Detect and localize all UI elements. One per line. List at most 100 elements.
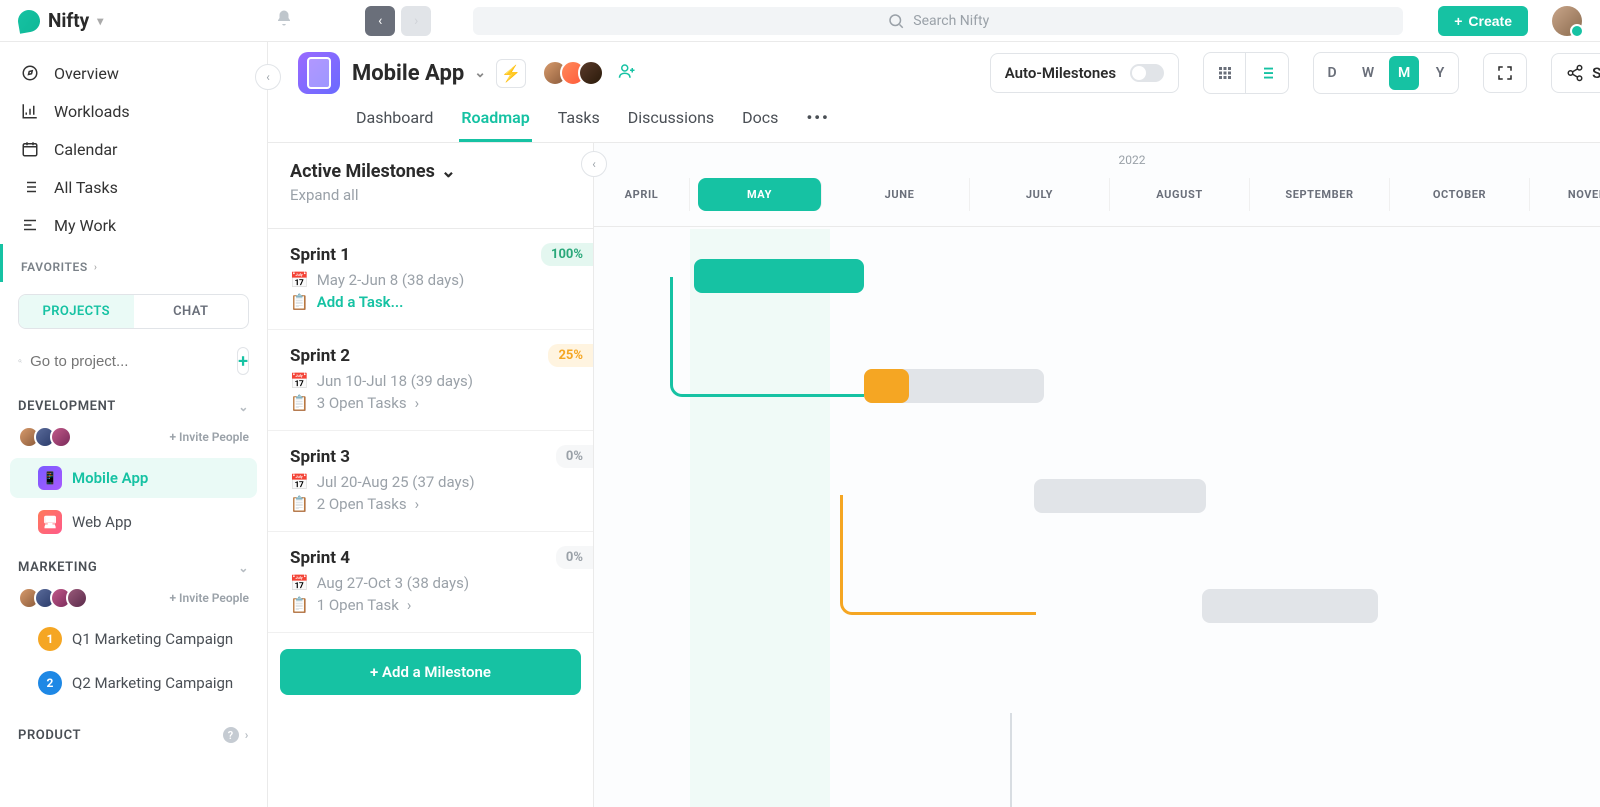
nav-label: Overview (54, 64, 119, 83)
chevron-right-icon: › (415, 495, 420, 513)
roadmap-year: 2022 (594, 143, 1600, 167)
invite-people-link[interactable]: + Invite People (169, 591, 249, 605)
brand[interactable]: Nifty ▾ (18, 9, 103, 32)
project-team-avatars (542, 60, 604, 86)
gantt-bars (594, 229, 1600, 669)
auto-milestones-label: Auto-Milestones (1005, 64, 1116, 82)
project-q1-marketing[interactable]: 1 Q1 Marketing Campaign (10, 619, 257, 659)
zoom-month[interactable]: M (1389, 56, 1419, 90)
create-button[interactable]: + Create (1438, 6, 1528, 36)
month-august[interactable]: AUGUST (1110, 178, 1250, 211)
milestone-tasks[interactable]: 2 Open Tasks (317, 495, 407, 513)
nav-calendar[interactable]: Calendar (0, 130, 267, 168)
category-product[interactable]: PRODUCT ? › (0, 719, 267, 751)
add-milestone-button[interactable]: + Add a Milestone (280, 649, 581, 695)
scroll-back-button[interactable]: ‹ (581, 151, 607, 177)
help-icon[interactable]: ? (223, 727, 239, 743)
search-icon (887, 12, 905, 30)
task-icon: 📋 (290, 596, 309, 614)
milestone-title: Sprint 3 (290, 447, 573, 467)
milestone-title: Sprint 1 (290, 245, 573, 265)
web-icon: 🖥 (38, 510, 62, 534)
sidebar-tabs: PROJECTS CHAT (18, 294, 249, 329)
project-web-app[interactable]: 🖥 Web App (10, 502, 257, 542)
month-july[interactable]: JULY (970, 178, 1110, 211)
category-marketing[interactable]: MARKETING ⌄ (0, 552, 267, 583)
milestone-sprint-2[interactable]: Sprint 2 📅Jun 10-Jul 18 (39 days) 📋3 Ope… (268, 330, 593, 431)
task-icon: 📋 (290, 293, 309, 311)
milestone-dates: May 2-Jun 8 (38 days) (317, 271, 465, 289)
main: ‹ Mobile App ⌄ ⚡ Auto-Milestones (268, 42, 1600, 807)
nav-workloads[interactable]: Workloads (0, 92, 267, 130)
zoom-year[interactable]: Y (1422, 53, 1458, 93)
bolt-icon[interactable]: ⚡ (496, 59, 526, 88)
task-icon: 📋 (290, 394, 309, 412)
gantt-bar-sprint-4[interactable] (1202, 589, 1378, 623)
tab-projects[interactable]: PROJECTS (19, 295, 134, 328)
goto-project-input[interactable] (30, 353, 229, 370)
chevron-down-icon: ⌄ (238, 561, 249, 575)
nav-back-button[interactable]: ‹ (365, 6, 395, 36)
month-april[interactable]: APRIL (594, 178, 690, 211)
month-november[interactable]: NOVEMBER (1530, 178, 1600, 211)
favorites-heading[interactable]: FAVORITES › (0, 244, 267, 282)
gantt-row-1 (594, 229, 1600, 339)
list-icon (20, 215, 40, 235)
nav-all-tasks[interactable]: All Tasks (0, 168, 267, 206)
more-tabs-button[interactable]: ••• (804, 98, 831, 142)
tab-docs[interactable]: Docs (740, 98, 780, 142)
auto-milestones-toggle[interactable]: Auto-Milestones (990, 53, 1179, 93)
category-development[interactable]: DEVELOPMENT ⌄ (0, 391, 267, 422)
milestone-sprint-1[interactable]: Sprint 1 📅May 2-Jun 8 (38 days) 📋Add a T… (268, 229, 593, 330)
milestone-tasks[interactable]: 3 Open Tasks (317, 394, 407, 412)
invite-people-link[interactable]: + Invite People (169, 430, 249, 444)
tab-dashboard[interactable]: Dashboard (354, 98, 435, 142)
project-q2-marketing[interactable]: 2 Q2 Marketing Campaign (10, 663, 257, 703)
milestone-dates: Jun 10-Jul 18 (39 days) (317, 372, 473, 390)
roadmap: Active Milestones ⌄ Expand all Sprint 1 … (268, 143, 1600, 807)
bell-icon[interactable] (275, 9, 293, 32)
tab-tasks[interactable]: Tasks (556, 98, 602, 142)
nav-overview[interactable]: Overview (0, 54, 267, 92)
add-task-link[interactable]: Add a Task... (317, 293, 404, 311)
nav-my-work[interactable]: My Work (0, 206, 267, 244)
search-input[interactable]: Search Nifty (473, 7, 1403, 35)
month-september[interactable]: SEPTEMBER (1250, 178, 1390, 211)
fullscreen-button[interactable] (1483, 53, 1527, 93)
category-label: PRODUCT (18, 728, 81, 743)
month-may[interactable]: MAY (698, 178, 822, 211)
grid-view-button[interactable] (1204, 53, 1246, 93)
milestone-sprint-4[interactable]: Sprint 4 📅Aug 27-Oct 3 (38 days) 📋1 Open… (268, 532, 593, 633)
project-label: Web App (72, 513, 132, 531)
user-avatar[interactable] (1552, 6, 1582, 36)
project-title[interactable]: Mobile App ⌄ ⚡ (352, 59, 636, 88)
roadmap-chart[interactable]: ‹ 2022 APRIL MAY JUNE JULY AUGUST SEPTEM… (594, 143, 1600, 807)
chevron-right-icon: › (415, 394, 420, 412)
add-project-button[interactable]: + (237, 347, 249, 375)
milestone-tasks[interactable]: 1 Open Task (317, 596, 399, 614)
view-mode-buttons (1203, 52, 1289, 94)
task-icon: 📋 (290, 495, 309, 513)
milestone-sprint-3[interactable]: Sprint 3 📅Jul 20-Aug 25 (37 days) 📋2 Ope… (268, 431, 593, 532)
project-mobile-app[interactable]: 📱 Mobile App (10, 458, 257, 498)
goto-project: + (18, 347, 249, 375)
expand-all-link[interactable]: Expand all (290, 186, 571, 204)
tab-discussions[interactable]: Discussions (626, 98, 716, 142)
zoom-day[interactable]: D (1314, 53, 1350, 93)
tab-chat[interactable]: CHAT (134, 295, 249, 328)
chart-icon (20, 101, 40, 121)
team-avatars (18, 426, 72, 448)
number-badge-icon: 1 (38, 627, 62, 651)
collapse-sidebar-button[interactable]: ‹ (255, 64, 281, 90)
nav-history: ‹ › (365, 6, 431, 36)
nav-label: Workloads (54, 102, 130, 121)
roadmap-title[interactable]: Active Milestones ⌄ (290, 161, 571, 182)
list-view-button[interactable] (1246, 53, 1288, 93)
tab-roadmap[interactable]: Roadmap (459, 98, 531, 142)
share-button[interactable]: Share (1551, 53, 1600, 93)
zoom-week[interactable]: W (1350, 53, 1386, 93)
add-person-icon[interactable] (618, 62, 636, 85)
month-june[interactable]: JUNE (830, 178, 970, 211)
gantt-bar-sprint-3[interactable] (1034, 479, 1206, 513)
month-october[interactable]: OCTOBER (1390, 178, 1530, 211)
